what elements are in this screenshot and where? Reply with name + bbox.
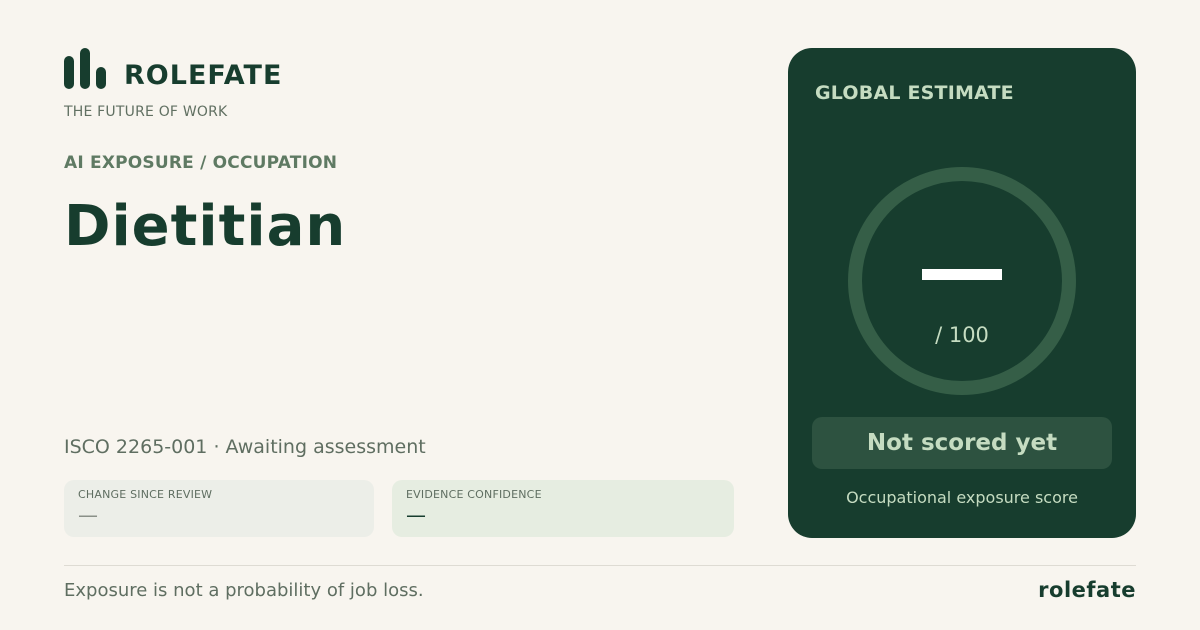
metric-value: — (406, 503, 426, 527)
score-max: / 100 (935, 323, 989, 347)
disclaimer: Exposure is not a probability of job los… (64, 580, 424, 601)
occupation-category: AI EXPOSURE / OCCUPATION (64, 153, 338, 173)
brand-mark-bar (80, 48, 90, 89)
status-badge: Not scored yet (812, 417, 1112, 469)
metric-label: EVIDENCE CONFIDENCE (406, 488, 542, 501)
bar-chart-icon (64, 48, 106, 89)
brand-mark-bar (96, 67, 106, 89)
metric-label: CHANGE SINCE REVIEW (78, 488, 213, 501)
page-title: Dietitian (64, 194, 347, 259)
score-dash (922, 269, 1002, 281)
score-card-heading: GLOBAL ESTIMATE (815, 82, 1014, 104)
metric-evidence-confidence: EVIDENCE CONFIDENCE — (392, 480, 734, 537)
brand-mark-bar (64, 56, 74, 89)
score-caption: Occupational exposure score (846, 488, 1078, 507)
brand-header: ROLEFATE (64, 48, 282, 89)
footer-brand: rolefate (1038, 578, 1136, 602)
occupation-code-status: ISCO 2265-001 · Awaiting assessment (64, 436, 426, 458)
brand-tagline: THE FUTURE OF WORK (64, 104, 228, 120)
metric-change-since-review: CHANGE SINCE REVIEW — (64, 480, 374, 537)
metric-value: — (78, 503, 98, 527)
footer-divider (64, 565, 1136, 566)
score-card: GLOBAL ESTIMATE / 100 Not scored yet Occ… (788, 48, 1136, 538)
score-value (788, 240, 1136, 302)
og-card: ROLEFATE THE FUTURE OF WORK AI EXPOSURE … (0, 0, 1200, 630)
brand-name: ROLEFATE (124, 60, 283, 91)
